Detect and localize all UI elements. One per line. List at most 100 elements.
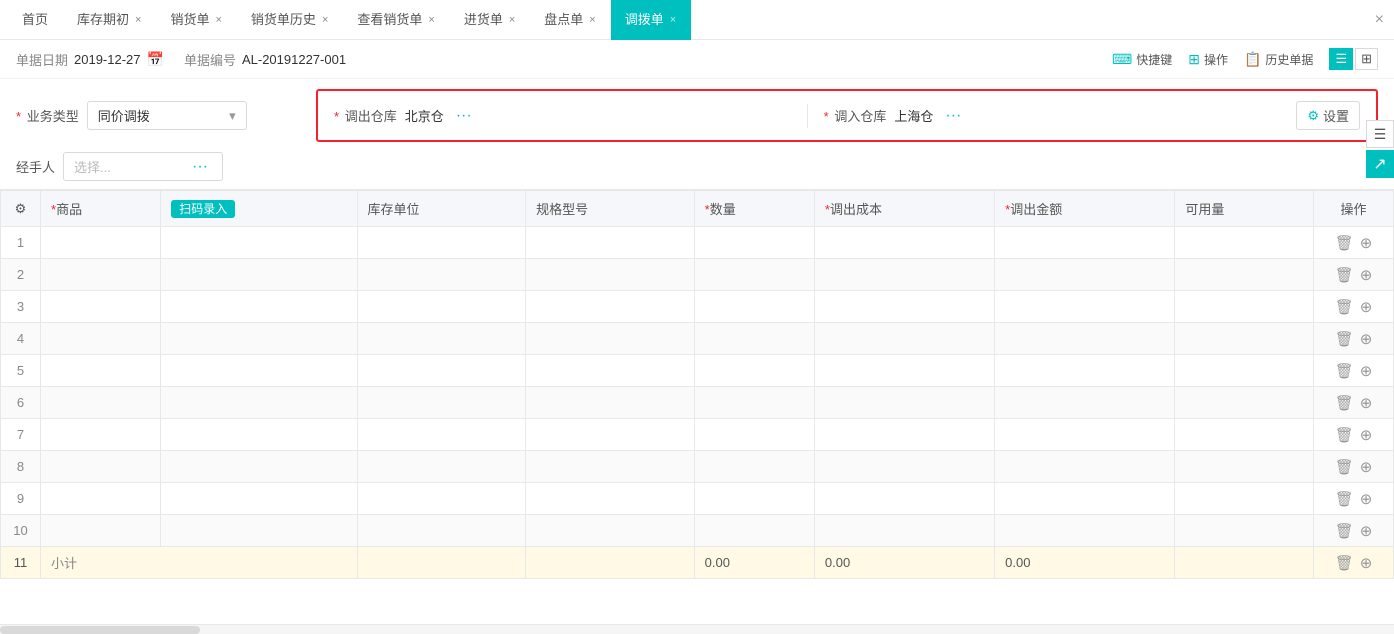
- cell-product[interactable]: [41, 291, 161, 323]
- cell-unit[interactable]: [357, 451, 526, 483]
- delete-row-icon[interactable]: 🗑: [1335, 490, 1354, 508]
- cell-unit[interactable]: [357, 355, 526, 387]
- cell-amount[interactable]: [995, 419, 1175, 451]
- cell-amount[interactable]: [995, 323, 1175, 355]
- cell-product[interactable]: [41, 355, 161, 387]
- cell-unit[interactable]: [357, 387, 526, 419]
- scroll-thumb[interactable]: [0, 626, 200, 634]
- cell-cost[interactable]: [814, 291, 994, 323]
- window-close-button[interactable]: ×: [1375, 11, 1384, 29]
- warehouse-out-more-button[interactable]: ···: [452, 107, 476, 125]
- cell-product[interactable]: [41, 323, 161, 355]
- cell-unit[interactable]: [357, 259, 526, 291]
- tab-sales-order[interactable]: 销货单 ×: [156, 0, 236, 40]
- cell-unit[interactable]: [357, 323, 526, 355]
- expand-sidebar-button[interactable]: ↗: [1366, 150, 1394, 178]
- cell-product[interactable]: [41, 387, 161, 419]
- tab-view-sales[interactable]: 查看销货单 ×: [343, 0, 449, 40]
- cell-spec[interactable]: [526, 419, 695, 451]
- close-tab-5[interactable]: ×: [509, 0, 515, 40]
- cell-cost[interactable]: [814, 355, 994, 387]
- cell-spec[interactable]: [526, 355, 695, 387]
- close-tab-2[interactable]: ×: [215, 0, 221, 40]
- delete-row-icon[interactable]: 🗑: [1335, 362, 1354, 380]
- cell-qty[interactable]: [694, 259, 814, 291]
- cell-cost[interactable]: [814, 227, 994, 259]
- shortcut-button[interactable]: ⌨ 快捷键: [1112, 51, 1172, 68]
- tab-transfer[interactable]: 调拨单 ×: [611, 0, 691, 40]
- cell-product[interactable]: [41, 483, 161, 515]
- cell-qty[interactable]: [694, 227, 814, 259]
- cell-cost[interactable]: [814, 419, 994, 451]
- delete-row-icon[interactable]: 🗑: [1335, 458, 1354, 476]
- copy-row-icon[interactable]: ⊕: [1360, 554, 1373, 572]
- cell-product[interactable]: [41, 451, 161, 483]
- cell-spec[interactable]: [526, 291, 695, 323]
- cell-product[interactable]: [41, 259, 161, 291]
- calendar-icon[interactable]: 📅: [147, 51, 164, 68]
- settings-button[interactable]: ⚙ 设置: [1296, 101, 1360, 130]
- delete-row-icon[interactable]: 🗑: [1335, 266, 1354, 284]
- col-settings[interactable]: ⚙: [1, 191, 41, 227]
- warehouse-in-more-button[interactable]: ···: [941, 107, 965, 125]
- view-list-button[interactable]: ☰: [1329, 48, 1353, 70]
- copy-row-icon[interactable]: ⊕: [1360, 522, 1373, 540]
- tab-inventory-init[interactable]: 库存期初 ×: [63, 0, 156, 40]
- copy-row-icon[interactable]: ⊕: [1360, 298, 1373, 316]
- cell-product[interactable]: [41, 515, 161, 547]
- cell-unit[interactable]: [357, 227, 526, 259]
- cell-cost[interactable]: [814, 483, 994, 515]
- cell-qty[interactable]: [694, 451, 814, 483]
- table-container[interactable]: ⚙ *商品 扫码录入 库存单位 规格型号 *数量 *调出成本: [0, 189, 1394, 624]
- handler-select[interactable]: 选择... ···: [63, 152, 223, 181]
- cell-spec[interactable]: [526, 227, 695, 259]
- cell-product[interactable]: [41, 419, 161, 451]
- horizontal-scrollbar[interactable]: [0, 624, 1394, 634]
- delete-row-icon[interactable]: 🗑: [1335, 522, 1354, 540]
- cell-qty[interactable]: [694, 515, 814, 547]
- tab-purchase[interactable]: 进货单 ×: [450, 0, 530, 40]
- close-tab-4[interactable]: ×: [428, 0, 434, 40]
- cell-cost[interactable]: [814, 451, 994, 483]
- cell-amount[interactable]: [995, 483, 1175, 515]
- cell-cost[interactable]: [814, 259, 994, 291]
- delete-row-icon[interactable]: 🗑: [1335, 298, 1354, 316]
- cell-qty[interactable]: [694, 355, 814, 387]
- cell-qty[interactable]: [694, 387, 814, 419]
- list-view-sidebar-button[interactable]: ☰: [1366, 120, 1394, 148]
- cell-unit[interactable]: [357, 515, 526, 547]
- cell-spec[interactable]: [526, 483, 695, 515]
- copy-row-icon[interactable]: ⊕: [1360, 490, 1373, 508]
- close-tab-6[interactable]: ×: [589, 0, 595, 40]
- cell-spec[interactable]: [526, 387, 695, 419]
- cell-product[interactable]: [41, 227, 161, 259]
- close-tab-3[interactable]: ×: [322, 0, 328, 40]
- cell-amount[interactable]: [995, 451, 1175, 483]
- cell-cost[interactable]: [814, 323, 994, 355]
- cell-unit[interactable]: [357, 291, 526, 323]
- copy-row-icon[interactable]: ⊕: [1360, 394, 1373, 412]
- cell-unit[interactable]: [357, 483, 526, 515]
- cell-amount[interactable]: [995, 259, 1175, 291]
- tab-sales-history[interactable]: 销货单历史 ×: [237, 0, 343, 40]
- copy-row-icon[interactable]: ⊕: [1360, 458, 1373, 476]
- cell-amount[interactable]: [995, 291, 1175, 323]
- delete-row-icon[interactable]: 🗑: [1335, 330, 1354, 348]
- cell-spec[interactable]: [526, 323, 695, 355]
- operate-button[interactable]: ⊞ 操作: [1188, 51, 1228, 68]
- cell-cost[interactable]: [814, 515, 994, 547]
- cell-qty[interactable]: [694, 323, 814, 355]
- cell-qty[interactable]: [694, 291, 814, 323]
- copy-row-icon[interactable]: ⊕: [1360, 362, 1373, 380]
- view-grid-button[interactable]: ⊞: [1355, 48, 1378, 70]
- cell-amount[interactable]: [995, 227, 1175, 259]
- delete-row-icon[interactable]: 🗑: [1335, 426, 1354, 444]
- cell-amount[interactable]: [995, 387, 1175, 419]
- cell-cost[interactable]: [814, 387, 994, 419]
- copy-row-icon[interactable]: ⊕: [1360, 234, 1373, 252]
- business-type-select[interactable]: 同价调拨 ▾: [87, 101, 247, 130]
- delete-row-icon[interactable]: 🗑: [1335, 394, 1354, 412]
- copy-row-icon[interactable]: ⊕: [1360, 426, 1373, 444]
- delete-row-icon[interactable]: 🗑: [1335, 554, 1354, 572]
- cell-spec[interactable]: [526, 451, 695, 483]
